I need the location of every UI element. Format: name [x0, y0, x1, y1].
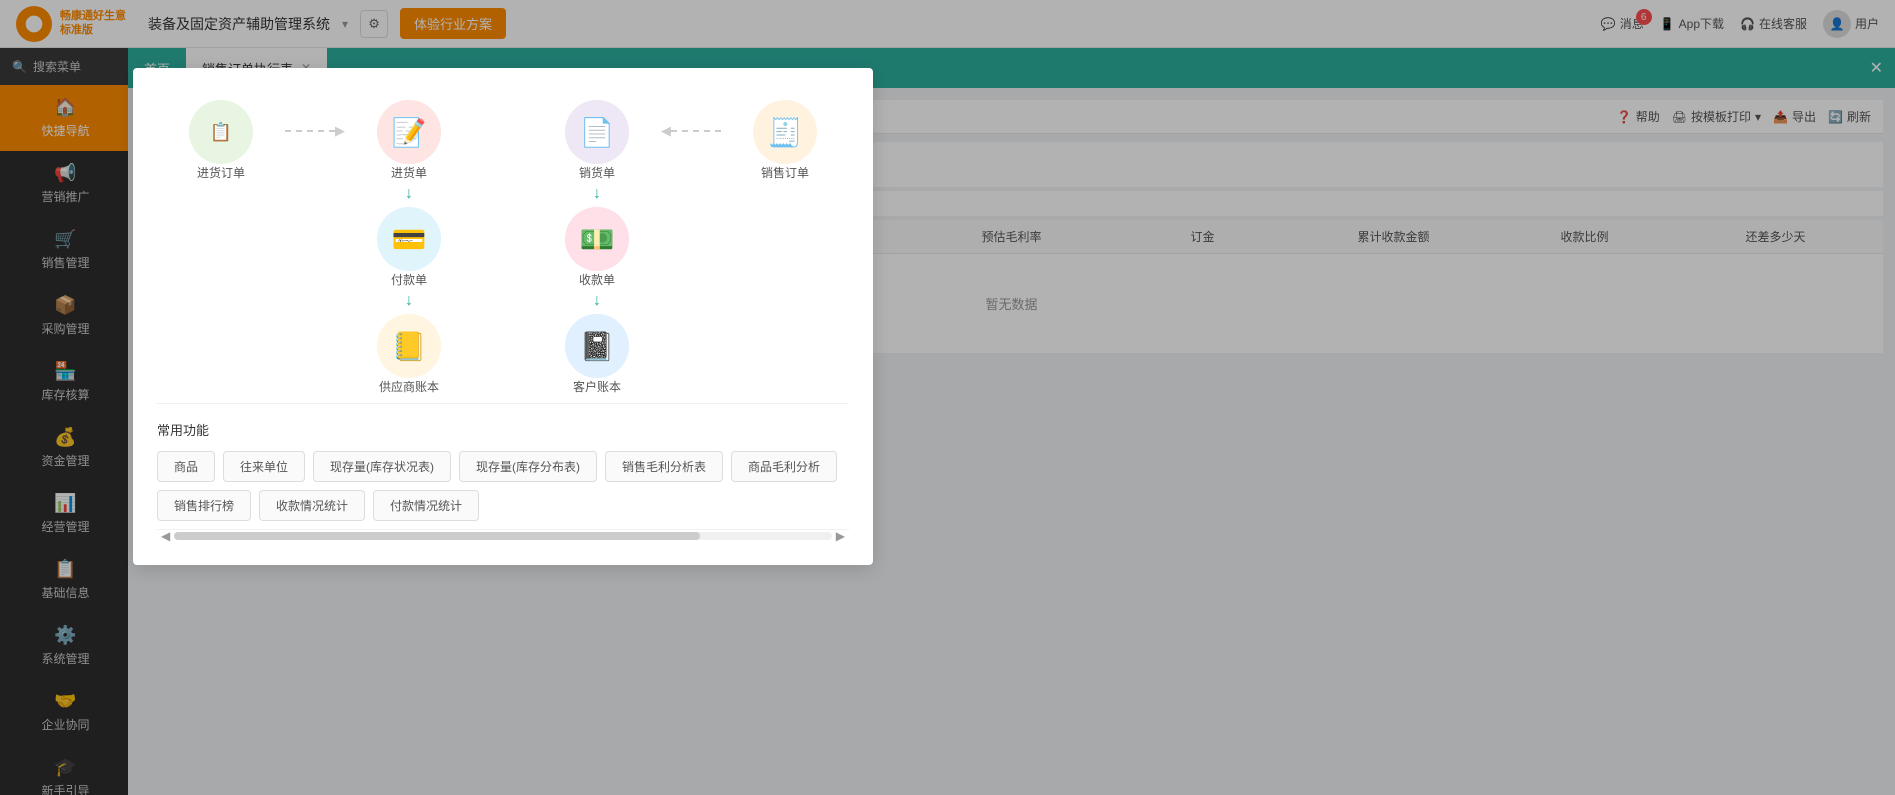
flow-payment-col: ↓ 💳 付款单 [377, 185, 441, 288]
arrow-down-supplier: ↓ [405, 292, 413, 310]
scroll-right-icon[interactable]: ▶ [832, 529, 849, 543]
common-functions: 常用功能 商品 往来单位 现存量(库存状况表) 现存量(库存分布表) 销售毛利分… [157, 403, 849, 521]
svg-text:📋: 📋 [210, 121, 232, 142]
flow-diagram-area: 📋 进货订单 ▶ 📝 进货单 [157, 92, 849, 395]
purchase-bill-label: 进货单 [391, 164, 427, 181]
sales-bill-label: 销货单 [579, 164, 615, 181]
cf-buttons-row-1: 商品 往来单位 现存量(库存状况表) 现存量(库存分布表) 销售毛利分析表 商品… [157, 451, 849, 482]
sales-bill-icon: 📄 [565, 100, 629, 164]
receipt-bill-icon: 💵 [565, 207, 629, 271]
customer-ledger-label: 客户账本 [573, 378, 621, 395]
svg-text:📄: 📄 [580, 116, 615, 149]
flow-node-purchase-order[interactable]: 📋 进货订单 [189, 100, 253, 181]
cf-btn-product[interactable]: 商品 [157, 451, 215, 482]
flow-row-2: ↓ 💳 付款单 ↓ 💵 收款单 [173, 185, 833, 288]
flow-node-sales-bill[interactable]: 📄 销货单 [565, 100, 629, 181]
common-functions-title: 常用功能 [157, 420, 849, 439]
arrow-down-receipt: ↓ [593, 185, 601, 203]
purchase-bill-icon: 📝 [377, 100, 441, 164]
flow-row-1: 📋 进货订单 ▶ 📝 进货单 [173, 100, 833, 181]
scroll-left-icon[interactable]: ◀ [157, 529, 174, 543]
flow-popup: 📋 进货订单 ▶ 📝 进货单 [133, 68, 873, 565]
arrow-down-payment: ↓ [405, 185, 413, 203]
svg-text:📓: 📓 [580, 331, 615, 362]
popup-scrollbar[interactable]: ◀ ▶ [157, 529, 849, 541]
scroll-bar-thumb [174, 532, 700, 540]
cf-btn-stock-dist[interactable]: 现存量(库存分布表) [459, 451, 597, 482]
cf-btn-product-profit[interactable]: 商品毛利分析 [731, 451, 837, 482]
supplier-ledger-label: 供应商账本 [379, 378, 439, 395]
arrow-right-1: ▶ [285, 123, 345, 139]
arrow-left-1: ◀ [661, 123, 721, 139]
svg-text:💵: 💵 [580, 224, 615, 255]
svg-text:📒: 📒 [392, 331, 427, 362]
supplier-ledger-icon: 📒 [377, 314, 441, 378]
flow-row-3: ↓ 📒 供应商账本 ↓ 📓 客户账本 [173, 292, 833, 395]
flow-supplier-col: ↓ 📒 供应商账本 [377, 292, 441, 395]
cf-btn-payment-stats[interactable]: 付款情况统计 [373, 490, 479, 521]
flow-node-sales-order[interactable]: 🧾 销售订单 [753, 100, 817, 181]
cf-btn-sales-ranking[interactable]: 销售排行榜 [157, 490, 251, 521]
purchase-order-label: 进货订单 [197, 164, 245, 181]
flow-customer-col: ↓ 📓 客户账本 [565, 292, 629, 395]
cf-btn-receipt-stats[interactable]: 收款情况统计 [259, 490, 365, 521]
arrow-down-customer: ↓ [593, 292, 601, 310]
cf-btn-stock-status[interactable]: 现存量(库存状况表) [313, 451, 451, 482]
svg-text:🧾: 🧾 [768, 116, 803, 149]
payment-bill-icon: 💳 [377, 207, 441, 271]
sales-order-icon: 🧾 [753, 100, 817, 164]
svg-text:📝: 📝 [392, 116, 427, 149]
flow-node-purchase-bill[interactable]: 📝 进货单 [377, 100, 441, 181]
svg-text:💳: 💳 [392, 224, 427, 255]
cf-btn-partners[interactable]: 往来单位 [223, 451, 305, 482]
cf-btn-sales-profit[interactable]: 销售毛利分析表 [605, 451, 723, 482]
scroll-bar-container [174, 532, 832, 540]
flow-receipt-col: ↓ 💵 收款单 [565, 185, 629, 288]
payment-bill-label: 付款单 [391, 271, 427, 288]
cf-buttons-row-2: 销售排行榜 收款情况统计 付款情况统计 [157, 490, 849, 521]
customer-ledger-icon: 📓 [565, 314, 629, 378]
purchase-order-icon: 📋 [189, 100, 253, 164]
sales-order-node-label: 销售订单 [761, 164, 809, 181]
receipt-bill-label: 收款单 [579, 271, 615, 288]
